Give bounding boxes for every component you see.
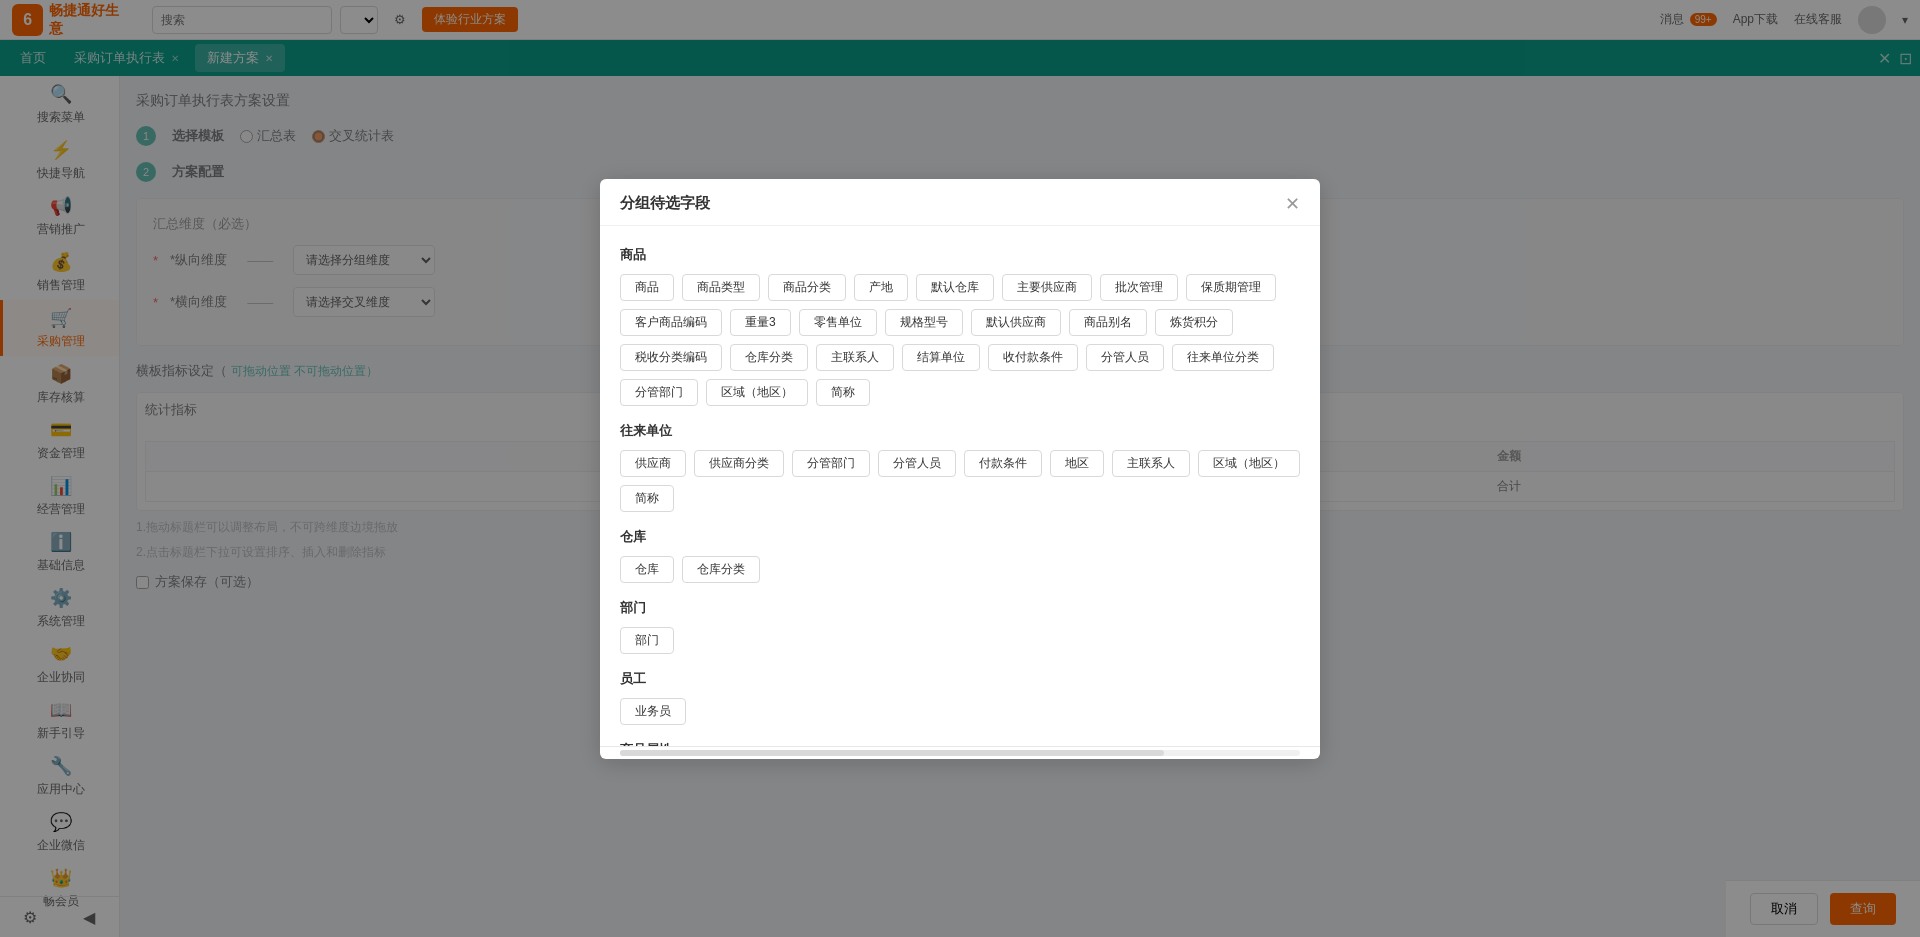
field-tag[interactable]: 往来单位分类 (1172, 344, 1274, 371)
field-tag[interactable]: 地区 (1050, 450, 1104, 477)
field-tag[interactable]: 炼货积分 (1155, 309, 1233, 336)
field-tag[interactable]: 仓库分类 (730, 344, 808, 371)
field-tag[interactable]: 区域（地区） (1198, 450, 1300, 477)
section-title-partner: 往来单位 (620, 422, 1300, 440)
field-grid-dept: 部门 (620, 627, 1300, 654)
field-tag[interactable]: 收付款条件 (988, 344, 1078, 371)
field-tag[interactable]: 税收分类编码 (620, 344, 722, 371)
field-tag[interactable]: 重量3 (730, 309, 791, 336)
field-tag[interactable]: 批次管理 (1100, 274, 1178, 301)
field-tag[interactable]: 付款条件 (964, 450, 1042, 477)
modal-header: 分组待选字段 ✕ (600, 179, 1320, 226)
field-grid-warehouse: 仓库 仓库分类 (620, 556, 1300, 583)
field-grid-employee: 业务员 (620, 698, 1300, 725)
field-tag[interactable]: 仓库 (620, 556, 674, 583)
section-title-goods: 商品 (620, 246, 1300, 264)
field-tag[interactable]: 主要供应商 (1002, 274, 1092, 301)
field-tag[interactable]: 规格型号 (885, 309, 963, 336)
field-tag[interactable]: 客户商品编码 (620, 309, 722, 336)
field-tag[interactable]: 商品分类 (768, 274, 846, 301)
modal-overlay: 分组待选字段 ✕ 商品 商品 商品类型 商品分类 产地 默认仓库 主要供应商 批… (0, 0, 1920, 937)
field-tag[interactable]: 部门 (620, 627, 674, 654)
field-tag[interactable]: 默认仓库 (916, 274, 994, 301)
modal-title: 分组待选字段 (620, 194, 710, 213)
section-title-warehouse: 仓库 (620, 528, 1300, 546)
field-tag[interactable]: 分管人员 (1086, 344, 1164, 371)
field-tag[interactable]: 商品别名 (1069, 309, 1147, 336)
field-tag[interactable]: 产地 (854, 274, 908, 301)
field-tag[interactable]: 分管人员 (878, 450, 956, 477)
field-tag[interactable]: 主联系人 (816, 344, 894, 371)
field-tag[interactable]: 供应商分类 (694, 450, 784, 477)
field-tag[interactable]: 分管部门 (792, 450, 870, 477)
field-tag[interactable]: 业务员 (620, 698, 686, 725)
field-select-modal: 分组待选字段 ✕ 商品 商品 商品类型 商品分类 产地 默认仓库 主要供应商 批… (600, 179, 1320, 759)
field-tag[interactable]: 主联系人 (1112, 450, 1190, 477)
section-title-employee: 员工 (620, 670, 1300, 688)
modal-close-btn[interactable]: ✕ (1285, 193, 1300, 215)
section-title-dept: 部门 (620, 599, 1300, 617)
field-tag[interactable]: 保质期管理 (1186, 274, 1276, 301)
field-tag[interactable]: 商品 (620, 274, 674, 301)
field-tag[interactable]: 分管部门 (620, 379, 698, 406)
field-tag[interactable]: 商品类型 (682, 274, 760, 301)
field-tag[interactable]: 简称 (620, 485, 674, 512)
field-tag[interactable]: 区域（地区） (706, 379, 808, 406)
field-tag[interactable]: 默认供应商 (971, 309, 1061, 336)
field-tag[interactable]: 仓库分类 (682, 556, 760, 583)
modal-body: 商品 商品 商品类型 商品分类 产地 默认仓库 主要供应商 批次管理 保质期管理… (600, 226, 1320, 747)
field-grid-partner: 供应商 供应商分类 分管部门 分管人员 付款条件 地区 主联系人 区域（地区） … (620, 450, 1300, 512)
field-tag[interactable]: 零售单位 (799, 309, 877, 336)
field-grid-goods: 商品 商品类型 商品分类 产地 默认仓库 主要供应商 批次管理 保质期管理 客户… (620, 274, 1300, 406)
field-tag[interactable]: 结算单位 (902, 344, 980, 371)
modal-hscrollbar[interactable] (600, 746, 1320, 758)
field-tag[interactable]: 简称 (816, 379, 870, 406)
field-tag[interactable]: 供应商 (620, 450, 686, 477)
